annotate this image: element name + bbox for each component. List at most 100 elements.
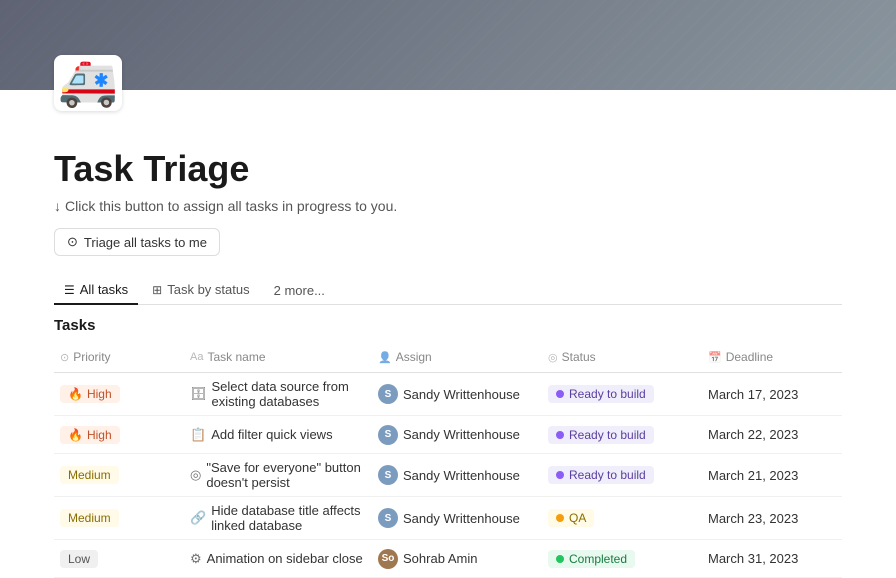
deadline-col-label: Deadline [726,350,773,364]
row5-task-label: Animation on sidebar close [207,551,363,566]
priority-badge-high: 🔥 High [60,385,120,403]
low-label: Low [68,552,90,566]
taskname-col-icon: Aa [190,351,203,363]
status-dot-ready [556,390,564,398]
row4-task-name: 🔗 Hide database title affects linked dat… [184,497,372,539]
table-row[interactable]: 🔥 High 📋 Add filter quick views S Sandy … [54,416,842,454]
description-text: Click this button to assign all tasks in… [65,198,397,214]
table-row[interactable]: 🔥 High 🗄 Select data source from existin… [54,373,842,416]
priority-badge-low: Low [60,550,98,568]
status-qa-badge: QA [548,509,594,527]
priority-col-label: Priority [73,350,110,364]
task-icon-anim: ⚙ [190,551,202,567]
row3-task-label: "Save for everyone" button doesn't persi… [206,460,366,490]
banner-overlay [0,0,896,90]
high-emoji2: 🔥 [68,428,83,442]
page-title: Task Triage [54,148,842,190]
row5-status-label: Completed [569,552,627,566]
status-ready-badge: Ready to build [548,385,654,403]
col-priority: ⊙ Priority [54,346,184,368]
col-task-name: Aa Task name [184,346,372,368]
table-row[interactable]: Medium ◎ "Save for everyone" button does… [54,454,842,497]
row1-assignee: S Sandy Writtenhouse [372,378,542,410]
tabs-row: ☰ All tasks ⊞ Task by status 2 more... [54,276,842,305]
row4-priority: Medium [54,503,184,533]
row3-status: Ready to build [542,460,702,490]
status-dot-ready3 [556,471,564,479]
row4-assignee: S Sandy Writtenhouse [372,502,542,534]
row2-task-name: 📋 Add filter quick views [184,421,372,449]
tab-task-by-status[interactable]: ⊞ Task by status [142,276,259,305]
task-icon-hide: 🔗 [190,510,206,526]
assign-col-label: Assign [396,350,432,364]
row1-task-name: 🗄 Select data source from existing datab… [184,373,372,415]
row3-assignee: S Sandy Writtenhouse [372,459,542,491]
col-status: ◎ Status [542,346,702,368]
tab-by-status-icon: ⊞ [152,283,162,297]
row3-task-name: ◎ "Save for everyone" button doesn't per… [184,454,372,496]
row5-task-name: ⚙ Animation on sidebar close [184,545,372,573]
avatar-sandy2: S [378,425,398,445]
priority-badge-high2: 🔥 High [60,426,120,444]
row4-assignee-name: Sandy Writtenhouse [403,511,520,526]
avatar-sandy4: S [378,508,398,528]
status-completed-badge: Completed [548,550,635,568]
page-description: ↓ Click this button to assign all tasks … [54,198,842,214]
table-row[interactable]: Medium 🔗 Hide database title affects lin… [54,497,842,540]
tab-all-tasks[interactable]: ☰ All tasks [54,276,138,305]
medium-label2: Medium [68,511,111,525]
row5-priority: Low [54,544,184,574]
row2-deadline: March 22, 2023 [702,421,842,448]
tab-all-tasks-icon: ☰ [64,283,75,297]
status-ready-badge3: Ready to build [548,466,654,484]
avatar-sohrab: So [378,549,398,569]
high-emoji: 🔥 [68,387,83,401]
assign-col-icon: 👤 [378,351,392,364]
header-banner [0,0,896,90]
table-row[interactable]: Low ⚙ Animation on sidebar close So Sohr… [54,540,842,578]
tab-more[interactable]: 2 more... [264,277,335,304]
row4-deadline: March 23, 2023 [702,505,842,532]
task-icon-filter: 📋 [190,427,206,443]
col-assign: 👤 Assign [372,346,542,368]
triage-all-button[interactable]: ⊙ Triage all tasks to me [54,228,220,256]
triage-button-label: Triage all tasks to me [84,235,207,250]
tab-by-status-label: Task by status [167,282,249,297]
medium-label1: Medium [68,468,111,482]
row1-deadline-value: March 17, 2023 [708,387,798,402]
priority-col-icon: ⊙ [60,351,69,364]
row2-status: Ready to build [542,420,702,450]
row2-assignee: S Sandy Writtenhouse [372,419,542,451]
deadline-col-icon: 📅 [708,351,722,364]
row1-assignee-name: Sandy Writtenhouse [403,387,520,402]
row4-task-label: Hide database title affects linked datab… [211,503,366,533]
row1-status-label: Ready to build [569,387,646,401]
high-label: High [87,387,112,401]
priority-badge-medium1: Medium [60,466,119,484]
row3-priority: Medium [54,460,184,490]
tasks-section: Tasks ⊙ Priority Aa Task name 👤 Assign ◎ [54,317,842,578]
status-ready-badge2: Ready to build [548,426,654,444]
row1-task-label: Select data source from existing databas… [212,379,366,409]
status-col-icon: ◎ [548,351,558,364]
priority-badge-medium2: Medium [60,509,119,527]
row2-deadline-value: March 22, 2023 [708,427,798,442]
description-arrow: ↓ [54,198,61,214]
task-icon-save: ◎ [190,467,201,483]
row4-status-label: QA [569,511,586,525]
task-icon-db: 🗄 [190,386,207,402]
row3-deadline: March 21, 2023 [702,462,842,489]
page-icon: 🚑 [54,55,122,111]
row3-deadline-value: March 21, 2023 [708,468,798,483]
status-dot-completed [556,555,564,563]
row5-assignee-name: Sohrab Amin [403,551,477,566]
row3-assignee-name: Sandy Writtenhouse [403,468,520,483]
triage-icon: ⊙ [67,234,78,250]
row1-deadline: March 17, 2023 [702,381,842,408]
row4-status: QA [542,503,702,533]
status-col-label: Status [562,350,596,364]
row5-status: Completed [542,544,702,574]
row5-deadline: March 31, 2023 [702,545,842,572]
taskname-col-label: Task name [207,350,265,364]
row2-assignee-name: Sandy Writtenhouse [403,427,520,442]
